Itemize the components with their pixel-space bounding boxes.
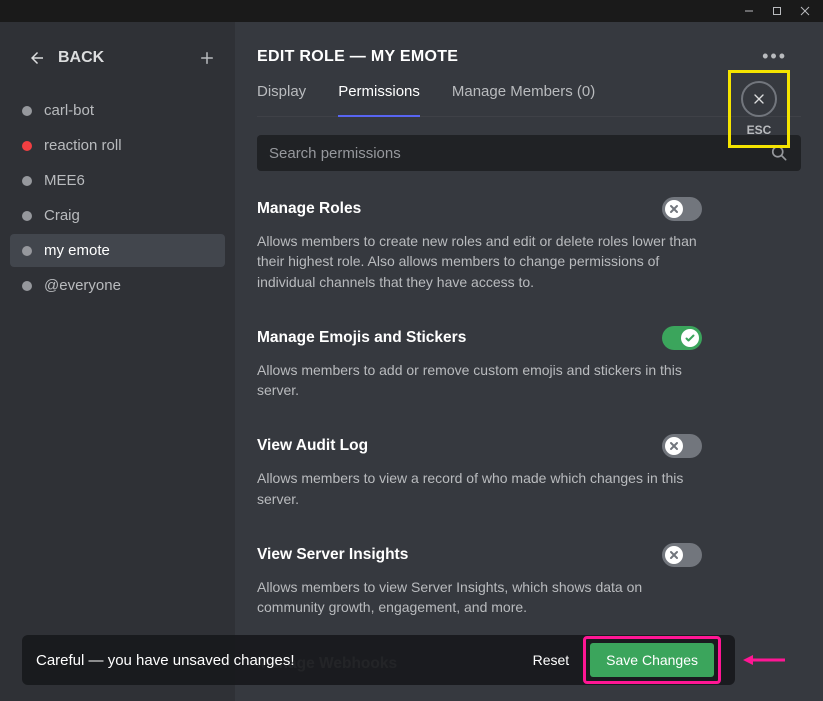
role-color-dot	[22, 281, 32, 291]
role-color-dot	[22, 106, 32, 116]
reset-button[interactable]: Reset	[519, 644, 584, 676]
role-label: carl-bot	[44, 102, 94, 119]
window-minimize-button[interactable]	[735, 1, 763, 21]
permission-description: Allows members to view Server Insights, …	[257, 577, 702, 618]
tab[interactable]: Display	[257, 83, 306, 116]
permission-toggle[interactable]	[662, 434, 702, 458]
sidebar-role-item[interactable]: my emote	[10, 234, 225, 267]
esc-label: ESC	[747, 123, 772, 137]
permission-description: Allows members to view a record of who m…	[257, 468, 702, 509]
sidebar-role-item[interactable]: carl-bot	[10, 94, 225, 127]
permission-description: Allows members to add or remove custom e…	[257, 360, 702, 401]
role-color-dot	[22, 176, 32, 186]
permission-title: View Audit Log	[257, 437, 368, 455]
role-color-dot	[22, 211, 32, 221]
search-input[interactable]	[269, 145, 769, 162]
add-role-button[interactable]	[197, 48, 217, 68]
role-color-dot	[22, 246, 32, 256]
permission-item: View Audit Log Allows members to view a r…	[257, 434, 702, 509]
x-icon	[665, 546, 683, 564]
unsaved-changes-bar: Careful — you have unsaved changes! Rese…	[22, 635, 735, 685]
role-label: Craig	[44, 207, 80, 224]
tab[interactable]: Permissions	[338, 83, 420, 116]
role-label: my emote	[44, 242, 110, 259]
tab[interactable]: Manage Members (0)	[452, 83, 595, 116]
permission-title: View Server Insights	[257, 546, 408, 564]
permission-item: Manage Emojis and Stickers Allows members…	[257, 326, 702, 401]
back-label: BACK	[58, 49, 104, 67]
x-icon	[665, 437, 683, 455]
permission-item: Manage Roles Allows members to create new…	[257, 197, 702, 292]
window-maximize-button[interactable]	[763, 1, 791, 21]
sidebar-role-item[interactable]: reaction roll	[10, 129, 225, 162]
permission-title: Manage Roles	[257, 200, 361, 218]
permission-toggle[interactable]	[662, 197, 702, 221]
more-options-button[interactable]: •••	[762, 46, 787, 67]
role-color-dot	[22, 141, 32, 151]
save-highlight-box: Save Changes	[583, 636, 721, 684]
permission-toggle[interactable]	[662, 543, 702, 567]
permission-title: Manage Emojis and Stickers	[257, 329, 466, 347]
page-title: EDIT ROLE — MY EMOTE	[257, 48, 458, 66]
back-button[interactable]: BACK	[28, 49, 104, 67]
arrow-annotation-icon	[743, 653, 785, 667]
sidebar-role-item[interactable]: @everyone	[10, 269, 225, 302]
plus-icon	[198, 49, 216, 67]
x-icon	[665, 200, 683, 218]
close-icon	[751, 91, 767, 107]
check-icon	[681, 329, 699, 347]
permission-item: View Server Insights Allows members to vi…	[257, 543, 702, 618]
sidebar-role-item[interactable]: Craig	[10, 199, 225, 232]
permission-description: Allows members to create new roles and e…	[257, 231, 702, 292]
close-highlight-box: ESC	[728, 70, 790, 148]
role-label: @everyone	[44, 277, 121, 294]
role-label: reaction roll	[44, 137, 122, 154]
close-settings-button[interactable]	[741, 81, 777, 117]
sidebar-role-item[interactable]: MEE6	[10, 164, 225, 197]
permission-toggle[interactable]	[662, 326, 702, 350]
unsaved-changes-text: Careful — you have unsaved changes!	[36, 652, 519, 669]
window-close-button[interactable]	[791, 1, 819, 21]
save-changes-button[interactable]: Save Changes	[590, 643, 714, 677]
arrow-left-icon	[28, 49, 46, 67]
role-label: MEE6	[44, 172, 85, 189]
